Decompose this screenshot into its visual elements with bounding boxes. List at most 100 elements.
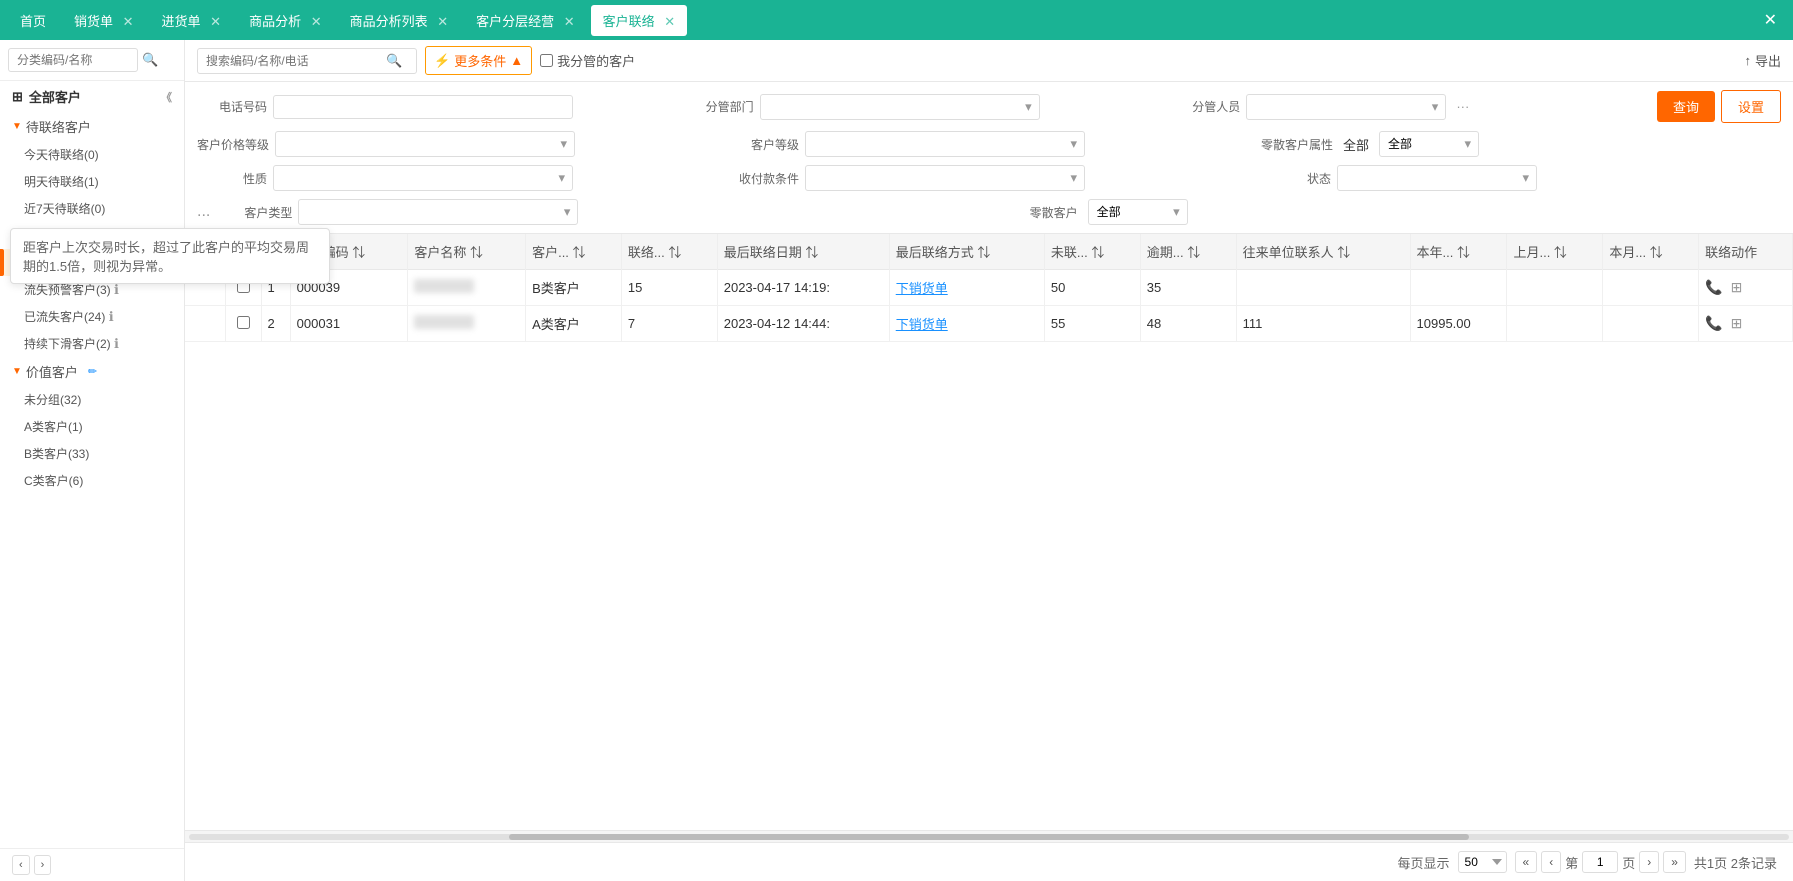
col-customer-type[interactable]: 客户... ⇅ xyxy=(526,234,622,270)
col-last-month[interactable]: 上月... ⇅ xyxy=(1507,234,1603,270)
row1-method-link[interactable]: 下销货单 xyxy=(896,281,948,296)
phone-input[interactable] xyxy=(273,95,573,119)
sidebar: 🔍 ⊞ 全部客户 《 ▼ 待联络客户 今天待联络(0) 明天待联络(1) 近7天… xyxy=(0,40,185,881)
row1-customer-name xyxy=(408,270,526,306)
window-close-btn[interactable]: ✕ xyxy=(1756,6,1785,34)
row2-phone-icon[interactable]: 📞 xyxy=(1705,315,1722,332)
row1-phone-icon[interactable]: 📞 xyxy=(1705,279,1722,296)
sidebar-search-input[interactable] xyxy=(8,48,138,72)
row2-last-contact-date: 2023-04-12 14:44: xyxy=(717,306,889,342)
branch-dept-label: 分管部门 xyxy=(684,98,754,115)
col-last-contact-date[interactable]: 最后联络日期 ⇅ xyxy=(717,234,889,270)
row1-last-contact-method[interactable]: 下销货单 xyxy=(889,270,1044,306)
row2-last-contact-method[interactable]: 下销货单 xyxy=(889,306,1044,342)
sidebar-group-value-label: 价值客户 xyxy=(26,362,78,381)
col-last-contact-method[interactable]: 最后联络方式 ⇅ xyxy=(889,234,1044,270)
next-page-btn[interactable]: › xyxy=(1639,851,1659,873)
row2-method-link[interactable]: 下销货单 xyxy=(896,317,948,332)
last-page-btn[interactable]: » xyxy=(1663,851,1686,873)
sidebar-item-class-a[interactable]: A类客户(1) xyxy=(0,413,184,440)
row2-grid-icon[interactable]: ⊞ xyxy=(1731,315,1743,332)
advanced-filters: 电话号码 分管部门 分管人员 xyxy=(185,82,1793,234)
all-customers-label: 全部客户 xyxy=(29,87,81,106)
sidebar-item-class-c[interactable]: C类客户(6) xyxy=(0,467,184,494)
sidebar-item-churned[interactable]: 已流失客户(24) ℹ xyxy=(0,303,184,330)
edit-value-icon[interactable]: ✏ xyxy=(88,365,97,378)
close-customer-contact-icon[interactable]: ✕ xyxy=(664,14,675,29)
sidebar-item-class-b[interactable]: B类客户(33) xyxy=(0,440,184,467)
page-size-select[interactable]: 50 100 200 xyxy=(1458,851,1507,873)
sidebar-group-value[interactable]: ▼ 价值客户 ✏ xyxy=(0,357,184,386)
horizontal-scrollbar[interactable] xyxy=(185,830,1793,842)
table-container: ⚙ # 客户编码 ⇅ 客户名称 ⇅ 客户... ⇅ 联络... ⇅ 最后联络日期… xyxy=(185,234,1793,830)
export-btn[interactable]: ↑ 导出 xyxy=(1744,51,1781,70)
col-overdue[interactable]: 逾期... ⇅ xyxy=(1140,234,1236,270)
page-input[interactable] xyxy=(1582,851,1618,873)
table-header-row: ⚙ # 客户编码 ⇅ 客户名称 ⇅ 客户... ⇅ 联络... ⇅ 最后联络日期… xyxy=(185,234,1793,270)
row2-this-year: 10995.00 xyxy=(1410,306,1507,342)
col-this-year[interactable]: 本年... ⇅ xyxy=(1410,234,1507,270)
col-customer-name[interactable]: 客户名称 ⇅ xyxy=(408,234,526,270)
more-dots-icon[interactable]: ... xyxy=(197,203,210,221)
close-product-analysis-icon[interactable]: ✕ xyxy=(311,14,322,29)
price-level-select[interactable] xyxy=(275,131,575,157)
info-icon-declining: ℹ xyxy=(114,336,119,351)
sidebar-item-ungrouped[interactable]: 未分组(32) xyxy=(0,386,184,413)
nav-customer-segment[interactable]: 客户分层经营 ✕ xyxy=(464,5,587,36)
branch-person-select[interactable] xyxy=(1246,94,1446,120)
close-product-list-icon[interactable]: ✕ xyxy=(437,14,448,29)
customer-level-select[interactable] xyxy=(805,131,1085,157)
row2-customer-code[interactable]: 000031 xyxy=(290,306,408,342)
nav-sales[interactable]: 销货单 ✕ xyxy=(62,5,146,36)
col-this-month[interactable]: 本月... ⇅ xyxy=(1603,234,1699,270)
sidebar-item-tomorrow[interactable]: 明天待联络(1) xyxy=(0,168,184,195)
first-page-btn[interactable]: « xyxy=(1515,851,1538,873)
filter-row-1: 电话号码 分管部门 分管人员 xyxy=(197,90,1781,123)
search-icon[interactable]: 🔍 xyxy=(386,53,402,69)
sidebar-bottom: ‹ › xyxy=(0,848,184,881)
close-purchase-icon[interactable]: ✕ xyxy=(210,14,221,29)
zero-customer-select[interactable]: 全部 xyxy=(1088,199,1188,225)
payment-select[interactable] xyxy=(805,165,1085,191)
per-page-label: 每页显示 xyxy=(1398,853,1450,872)
setting-btn[interactable]: 设置 xyxy=(1721,90,1781,123)
row1-actions: 📞 ⊞ xyxy=(1699,270,1793,306)
nav-home[interactable]: 首页 xyxy=(8,5,58,36)
row2-checkbox[interactable] xyxy=(237,316,250,329)
col-contact[interactable]: 联络... ⇅ xyxy=(621,234,717,270)
query-btn[interactable]: 查询 xyxy=(1657,91,1715,122)
sidebar-next-btn[interactable]: › xyxy=(34,855,52,875)
nav-product-list[interactable]: 商品分析列表 ✕ xyxy=(338,5,461,36)
branch-dept-select[interactable] xyxy=(760,94,1040,120)
scrollbar-thumb[interactable] xyxy=(509,834,1469,840)
close-customer-segment-icon[interactable]: ✕ xyxy=(564,14,575,29)
filter-field-zero-customer: 零散客户 全部 xyxy=(1008,199,1781,225)
my-customer-checkbox[interactable] xyxy=(540,54,553,67)
sidebar-all-customers[interactable]: ⊞ 全部客户 《 xyxy=(0,81,184,112)
sidebar-search-icon[interactable]: 🔍 xyxy=(142,52,158,68)
sidebar-item-today[interactable]: 今天待联络(0) xyxy=(0,141,184,168)
nav-customer-contact[interactable]: 客户联络 ✕ xyxy=(591,5,688,36)
gender-select[interactable] xyxy=(273,165,573,191)
sidebar-item-declining[interactable]: 持续下滑客户(2) ℹ xyxy=(0,330,184,357)
sidebar-item-7days[interactable]: 近7天待联络(0) xyxy=(0,195,184,222)
row1-last-month xyxy=(1507,270,1603,306)
col-not-contacted[interactable]: 未联... ⇅ xyxy=(1044,234,1140,270)
prev-page-btn[interactable]: ‹ xyxy=(1541,851,1561,873)
row1-grid-icon[interactable]: ⊞ xyxy=(1731,279,1743,296)
sidebar-prev-btn[interactable]: ‹ xyxy=(12,855,30,875)
customer-type-select[interactable] xyxy=(298,199,578,225)
collapse-icon[interactable]: 《 xyxy=(161,89,172,105)
customer-level-label: 客户等级 xyxy=(729,136,799,153)
status-select[interactable] xyxy=(1337,165,1537,191)
gender-label: 性质 xyxy=(197,170,267,187)
more-conditions-btn[interactable]: ⚡ 更多条件 ▲ xyxy=(425,46,532,75)
nav-product-analysis[interactable]: 商品分析 ✕ xyxy=(237,5,334,36)
branch-person-more-icon[interactable]: ··· xyxy=(1456,99,1469,114)
main-search-input[interactable] xyxy=(206,54,386,68)
col-unit-contacts[interactable]: 往来单位联系人 ⇅ xyxy=(1236,234,1410,270)
nav-purchase[interactable]: 进货单 ✕ xyxy=(150,5,234,36)
close-sales-icon[interactable]: ✕ xyxy=(123,14,134,29)
sidebar-group-waiting[interactable]: ▼ 待联络客户 xyxy=(0,112,184,141)
zero-attr-select[interactable]: 全部 xyxy=(1379,131,1479,157)
